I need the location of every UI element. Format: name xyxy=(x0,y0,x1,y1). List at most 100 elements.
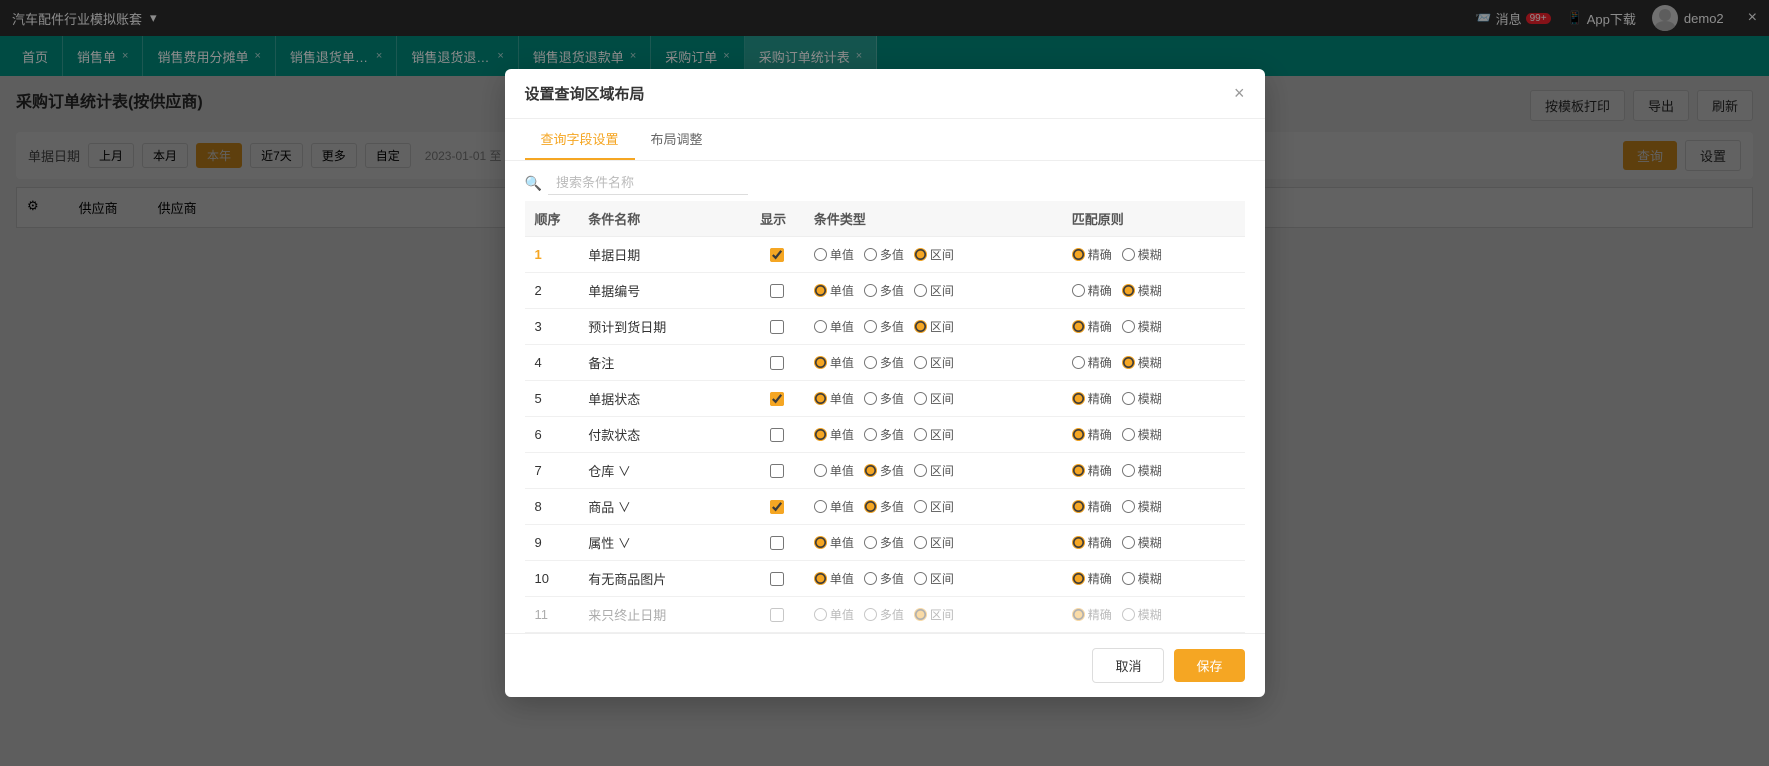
type-radio-multi[interactable] xyxy=(864,572,877,585)
type-radio-range[interactable] xyxy=(914,392,927,405)
type-radio-label-range[interactable]: 区间 xyxy=(914,390,954,407)
display-checkbox[interactable] xyxy=(770,536,784,550)
type-radio-label-multi[interactable]: 多值 xyxy=(864,246,904,263)
match-radio-exact[interactable] xyxy=(1072,356,1085,369)
type-radio-label-single[interactable]: 单值 xyxy=(814,246,854,263)
type-radio-label-multi[interactable]: 多值 xyxy=(864,318,904,335)
match-radio-label-exact[interactable]: 精确 xyxy=(1072,318,1112,335)
type-radio-label-single[interactable]: 单值 xyxy=(814,354,854,371)
type-radio-range[interactable] xyxy=(914,572,927,585)
type-radio-label-single[interactable]: 单值 xyxy=(814,390,854,407)
match-radio-label-exact[interactable]: 精确 xyxy=(1072,534,1112,551)
type-radio-multi[interactable] xyxy=(864,248,877,261)
match-radio-label-exact[interactable]: 精确 xyxy=(1072,354,1112,371)
type-radio-label-multi[interactable]: 多值 xyxy=(864,426,904,443)
type-radio-label-single[interactable]: 单值 xyxy=(814,534,854,551)
type-radio-range[interactable] xyxy=(914,608,927,621)
search-input[interactable] xyxy=(548,171,748,195)
match-radio-label-exact[interactable]: 精确 xyxy=(1072,498,1112,515)
display-checkbox[interactable] xyxy=(770,608,784,622)
type-radio-range[interactable] xyxy=(914,248,927,261)
type-radio-label-range[interactable]: 区间 xyxy=(914,498,954,515)
match-radio-exact[interactable] xyxy=(1072,536,1085,549)
type-radio-label-range[interactable]: 区间 xyxy=(914,606,954,623)
match-radio-exact[interactable] xyxy=(1072,284,1085,297)
display-checkbox[interactable] xyxy=(770,248,784,262)
match-radio-label-exact[interactable]: 精确 xyxy=(1072,462,1112,479)
type-radio-single[interactable] xyxy=(814,248,827,261)
type-radio-multi[interactable] xyxy=(864,500,877,513)
type-radio-label-multi[interactable]: 多值 xyxy=(864,354,904,371)
type-radio-range[interactable] xyxy=(914,536,927,549)
match-radio-fuzzy[interactable] xyxy=(1122,572,1135,585)
match-radio-label-fuzzy[interactable]: 模糊 xyxy=(1122,282,1162,299)
type-radio-label-range[interactable]: 区间 xyxy=(914,246,954,263)
type-radio-label-range[interactable]: 区间 xyxy=(914,426,954,443)
type-radio-single[interactable] xyxy=(814,500,827,513)
match-radio-exact[interactable] xyxy=(1072,428,1085,441)
type-radio-label-single[interactable]: 单值 xyxy=(814,282,854,299)
match-radio-label-fuzzy[interactable]: 模糊 xyxy=(1122,606,1162,623)
type-radio-range[interactable] xyxy=(914,428,927,441)
match-radio-exact[interactable] xyxy=(1072,572,1085,585)
type-radio-label-range[interactable]: 区间 xyxy=(914,354,954,371)
match-radio-fuzzy[interactable] xyxy=(1122,248,1135,261)
type-radio-label-multi[interactable]: 多值 xyxy=(864,282,904,299)
type-radio-multi[interactable] xyxy=(864,320,877,333)
type-radio-label-range[interactable]: 区间 xyxy=(914,462,954,479)
display-checkbox[interactable] xyxy=(770,320,784,334)
type-radio-range[interactable] xyxy=(914,356,927,369)
display-checkbox[interactable] xyxy=(770,500,784,514)
type-radio-range[interactable] xyxy=(914,500,927,513)
type-radio-multi[interactable] xyxy=(864,428,877,441)
type-radio-label-range[interactable]: 区间 xyxy=(914,282,954,299)
tab-query-fields[interactable]: 查询字段设置 xyxy=(525,119,635,160)
type-radio-range[interactable] xyxy=(914,464,927,477)
type-radio-label-single[interactable]: 单值 xyxy=(814,498,854,515)
match-radio-exact[interactable] xyxy=(1072,464,1085,477)
type-radio-label-multi[interactable]: 多值 xyxy=(864,498,904,515)
save-button[interactable]: 保存 xyxy=(1174,649,1244,682)
type-radio-label-multi[interactable]: 多值 xyxy=(864,462,904,479)
type-radio-single[interactable] xyxy=(814,284,827,297)
type-radio-multi[interactable] xyxy=(864,356,877,369)
type-radio-label-single[interactable]: 单值 xyxy=(814,462,854,479)
type-radio-label-range[interactable]: 区间 xyxy=(914,318,954,335)
type-radio-multi[interactable] xyxy=(864,536,877,549)
match-radio-fuzzy[interactable] xyxy=(1122,392,1135,405)
match-radio-label-exact[interactable]: 精确 xyxy=(1072,282,1112,299)
type-radio-label-single[interactable]: 单值 xyxy=(814,606,854,623)
type-radio-single[interactable] xyxy=(814,608,827,621)
display-checkbox[interactable] xyxy=(770,356,784,370)
type-radio-multi[interactable] xyxy=(864,392,877,405)
type-radio-single[interactable] xyxy=(814,392,827,405)
match-radio-fuzzy[interactable] xyxy=(1122,608,1135,621)
type-radio-label-single[interactable]: 单值 xyxy=(814,318,854,335)
type-radio-range[interactable] xyxy=(914,284,927,297)
match-radio-label-fuzzy[interactable]: 模糊 xyxy=(1122,246,1162,263)
type-radio-multi[interactable] xyxy=(864,608,877,621)
match-radio-exact[interactable] xyxy=(1072,392,1085,405)
match-radio-fuzzy[interactable] xyxy=(1122,464,1135,477)
match-radio-label-fuzzy[interactable]: 模糊 xyxy=(1122,390,1162,407)
type-radio-label-multi[interactable]: 多值 xyxy=(864,390,904,407)
match-radio-label-fuzzy[interactable]: 模糊 xyxy=(1122,570,1162,587)
type-radio-multi[interactable] xyxy=(864,464,877,477)
type-radio-label-single[interactable]: 单值 xyxy=(814,570,854,587)
display-checkbox[interactable] xyxy=(770,284,784,298)
display-checkbox[interactable] xyxy=(770,392,784,406)
type-radio-single[interactable] xyxy=(814,536,827,549)
type-radio-label-range[interactable]: 区间 xyxy=(914,570,954,587)
type-radio-label-multi[interactable]: 多值 xyxy=(864,570,904,587)
match-radio-label-exact[interactable]: 精确 xyxy=(1072,390,1112,407)
type-radio-label-multi[interactable]: 多值 xyxy=(864,534,904,551)
type-radio-single[interactable] xyxy=(814,356,827,369)
match-radio-label-fuzzy[interactable]: 模糊 xyxy=(1122,534,1162,551)
tab-layout-adjust[interactable]: 布局调整 xyxy=(635,119,719,160)
type-radio-label-single[interactable]: 单值 xyxy=(814,426,854,443)
display-checkbox[interactable] xyxy=(770,464,784,478)
cancel-button[interactable]: 取消 xyxy=(1092,648,1164,683)
match-radio-label-fuzzy[interactable]: 模糊 xyxy=(1122,354,1162,371)
match-radio-exact[interactable] xyxy=(1072,248,1085,261)
match-radio-label-exact[interactable]: 精确 xyxy=(1072,246,1112,263)
